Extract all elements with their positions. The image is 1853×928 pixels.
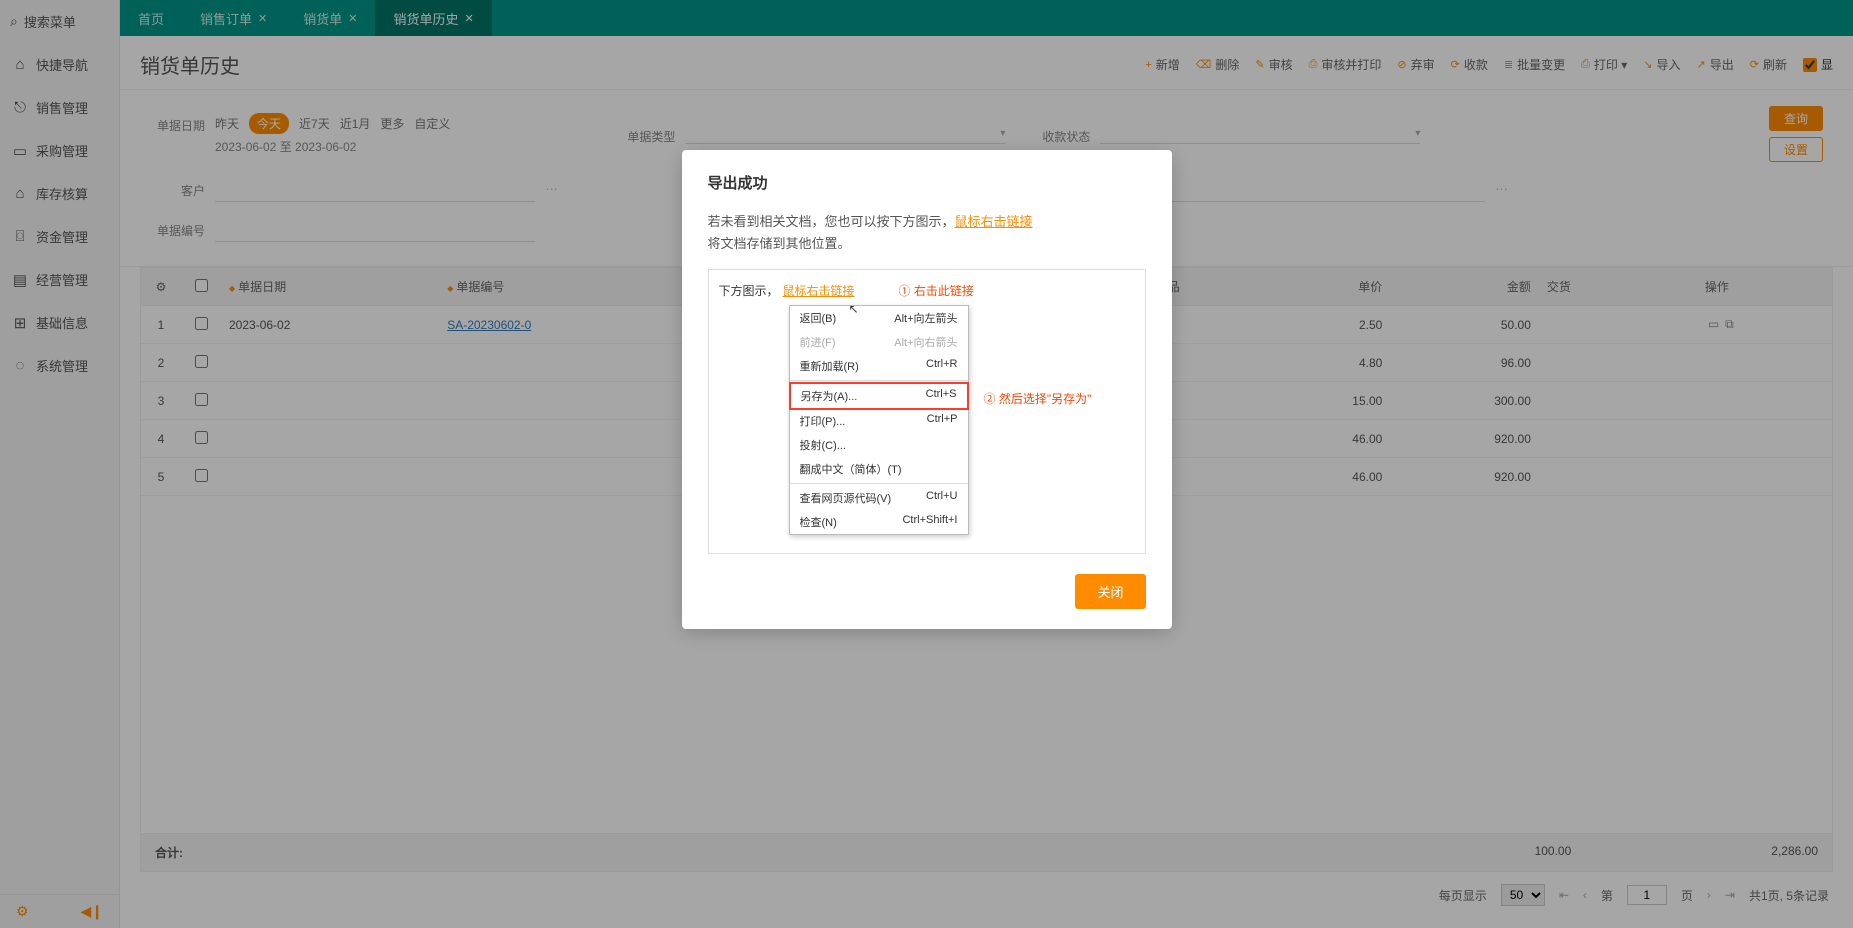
modal-text-2: 将文档存储到其他位置。 xyxy=(708,236,851,251)
close-button[interactable]: 关闭 xyxy=(1075,574,1145,609)
fig-annotation-1: ① 右击此链接 xyxy=(899,282,974,299)
modal-overlay: 导出成功 若未看到相关文档，您也可以按下方图示，鼠标右击链接 将文档存储到其他位… xyxy=(0,0,1853,928)
ctx-item: 检查(N)Ctrl+Shift+I xyxy=(790,510,968,534)
ctx-item: 另存为(A)...Ctrl+S xyxy=(789,382,969,410)
ctx-item: 查看网页源代码(V)Ctrl+U xyxy=(790,486,968,510)
ctx-item: 重新加载(R)Ctrl+R xyxy=(790,354,968,378)
ctx-item: 前进(F)Alt+向右箭头 xyxy=(790,330,968,354)
modal-link-rightclick[interactable]: 鼠标右击链接 xyxy=(955,214,1033,229)
fig-link: 鼠标右击链接 xyxy=(783,282,855,299)
ctx-item: 打印(P)...Ctrl+P xyxy=(790,409,968,433)
ctx-item: 返回(B)Alt+向左箭头 xyxy=(790,306,968,330)
fig-prefix: 下方图示， xyxy=(719,282,779,299)
export-success-modal: 导出成功 若未看到相关文档，您也可以按下方图示，鼠标右击链接 将文档存储到其他位… xyxy=(682,150,1172,629)
modal-text-1: 若未看到相关文档，您也可以按下方图示， xyxy=(708,214,955,229)
ctx-item: 翻成中文（简体）(T) xyxy=(790,457,968,481)
modal-figure: 下方图示， 鼠标右击链接 ① 右击此链接 ↖ 返回(B)Alt+向左箭头前进(F… xyxy=(708,269,1146,554)
fig-annotation-2: ② 然后选择"另存为" xyxy=(984,390,1092,407)
context-menu-illustration: 返回(B)Alt+向左箭头前进(F)Alt+向右箭头重新加载(R)Ctrl+R 另… xyxy=(789,305,969,535)
ctx-item: 投射(C)... xyxy=(790,433,968,457)
modal-title: 导出成功 xyxy=(708,172,1146,193)
